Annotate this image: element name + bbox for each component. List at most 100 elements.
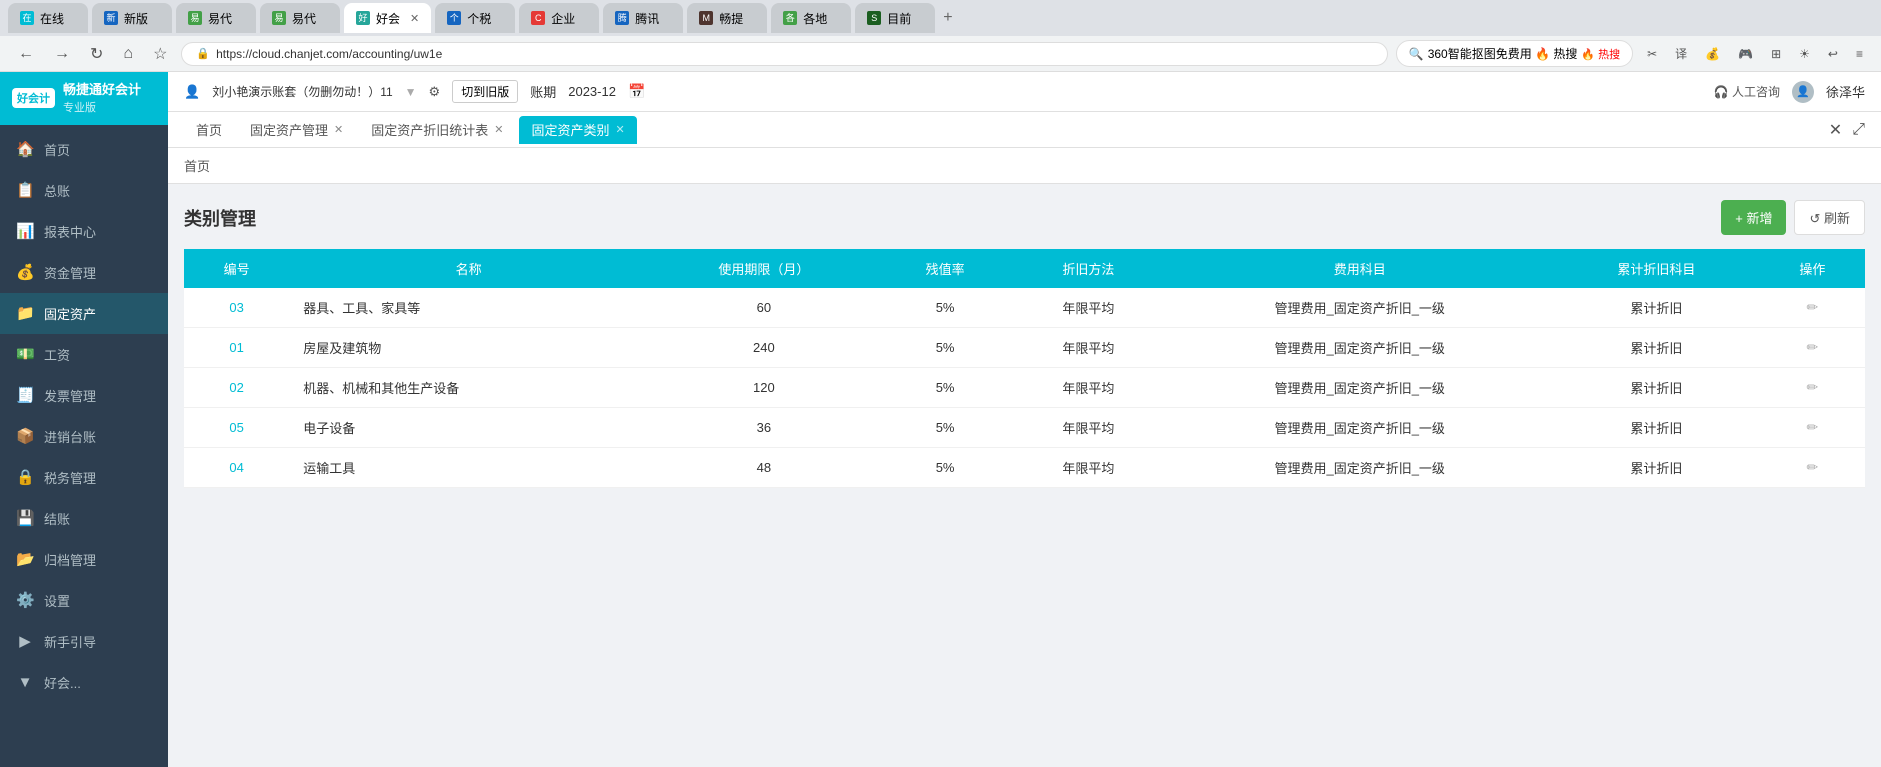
refresh-btn[interactable]: ↺ 刷新 [1794, 200, 1865, 235]
close-account-icon: 💾 [16, 509, 34, 527]
assets-icon: 📁 [16, 304, 34, 322]
sidebar-item-more[interactable]: ▼ 好会... [0, 662, 168, 703]
sidebar-item-archive[interactable]: 📂 归档管理 [0, 539, 168, 580]
edit-icon-2[interactable]: ✏ [1806, 379, 1818, 395]
sidebar-item-home[interactable]: 🏠 首页 [0, 129, 168, 170]
cell-method-4: 年限平均 [1010, 448, 1166, 488]
address-bar: ← → ↻ ⌂ ☆ 🔒 https://cloud.chanjet.com/ac… [0, 36, 1881, 72]
cell-edit-0[interactable]: ✏ [1760, 288, 1865, 328]
settings-gear-button[interactable]: ⚙ [429, 84, 441, 100]
tab-geshui[interactable]: 个 个税 [435, 3, 515, 33]
sidebar-item-guide[interactable]: ▶ 新手引导 [0, 621, 168, 662]
topbar-right: 🎧 人工咨询 👤 徐泽华 [1714, 81, 1865, 103]
edit-icon-4[interactable]: ✏ [1806, 459, 1818, 475]
sun-btn[interactable]: ☀ [1793, 45, 1816, 63]
window-close-button[interactable]: ✕ [1829, 120, 1842, 140]
tab-yidai1[interactable]: 易 易代 [176, 3, 256, 33]
cell-accumulated-2: 累计折旧 [1553, 368, 1760, 408]
user-avatar: 👤 [1792, 81, 1814, 103]
home-button[interactable]: ⌂ [117, 43, 139, 65]
tab-leibie[interactable]: 固定资产类别 ✕ [519, 116, 636, 144]
star-button[interactable]: ☆ [147, 42, 173, 66]
tab-shouye[interactable]: 首页 [184, 116, 234, 144]
tab-zhejiutongji[interactable]: 固定资产折旧统计表 ✕ [359, 116, 515, 144]
undo-btn[interactable]: ↩ [1822, 45, 1844, 63]
cell-edit-2[interactable]: ✏ [1760, 368, 1865, 408]
cell-edit-4[interactable]: ✏ [1760, 448, 1865, 488]
col-months: 使用期限（月） [648, 249, 880, 288]
breadcrumb-home[interactable]: 首页 [184, 156, 210, 175]
period-value: 2023-12 [568, 84, 616, 99]
forward-button[interactable]: → [48, 43, 76, 65]
service-button[interactable]: 🎧 人工咨询 [1714, 83, 1780, 100]
sidebar-label-invoice: 发票管理 [44, 386, 96, 405]
tab-yidai2[interactable]: 易 易代 [260, 3, 340, 33]
sidebar-item-stock[interactable]: 📦 进销台账 [0, 416, 168, 457]
sidebar-label-reports: 报表中心 [44, 222, 96, 241]
sidebar-label-settings: 设置 [44, 591, 70, 610]
sidebar-item-salary[interactable]: 💵 工资 [0, 334, 168, 375]
tab-changti[interactable]: M 畅提 [687, 3, 767, 33]
wallet-btn[interactable]: 💰 [1699, 45, 1726, 63]
sidebar-item-funds[interactable]: 💰 资金管理 [0, 252, 168, 293]
cell-expense-4: 管理费用_固定资产折旧_一级 [1166, 448, 1553, 488]
topbar-user: 刘小艳演示账套（勿删勿动！）11 [212, 83, 392, 100]
back-button[interactable]: ← [12, 43, 40, 65]
scissors-btn[interactable]: ✂ [1641, 45, 1663, 63]
sidebar-item-general[interactable]: 📋 总账 [0, 170, 168, 211]
sidebar-item-reports[interactable]: 📊 报表中心 [0, 211, 168, 252]
cell-edit-3[interactable]: ✏ [1760, 408, 1865, 448]
edit-icon-1[interactable]: ✏ [1806, 339, 1818, 355]
tab-zaixin[interactable]: 在 在线 [8, 3, 88, 33]
grid-btn[interactable]: ⊞ [1765, 45, 1787, 63]
calendar-icon[interactable]: 📅 [628, 83, 645, 100]
col-expense: 费用科目 [1166, 249, 1553, 288]
archive-icon: 📂 [16, 550, 34, 568]
tab-gudingzichan[interactable]: 固定资产管理 ✕ [238, 116, 355, 144]
sidebar-item-tax[interactable]: 🔒 税务管理 [0, 457, 168, 498]
search-box[interactable]: 🔍 360智能抠图免费用 🔥 热搜 🔥 热搜 [1396, 40, 1633, 67]
edit-icon-3[interactable]: ✏ [1806, 419, 1818, 435]
tab-close-haohui[interactable]: ✕ [410, 12, 419, 25]
cell-accumulated-4: 累计折旧 [1553, 448, 1760, 488]
switch-version-button[interactable]: 切到旧版 [452, 80, 518, 103]
tab-qiye[interactable]: C 企业 [519, 3, 599, 33]
tab-gedi[interactable]: 各 各地 [771, 3, 851, 33]
sidebar-item-close[interactable]: 💾 结账 [0, 498, 168, 539]
cell-code-0: 03 [184, 288, 289, 328]
home-icon: 🏠 [16, 140, 34, 158]
add-button[interactable]: + 新增 [1721, 200, 1786, 235]
refresh-button[interactable]: ↻ [84, 42, 109, 66]
tab-tengxun[interactable]: 腾 腾讯 [603, 3, 683, 33]
url-box[interactable]: 🔒 https://cloud.chanjet.com/accounting/u… [181, 42, 1387, 66]
cell-method-3: 年限平均 [1010, 408, 1166, 448]
sidebar-item-invoice[interactable]: 🧾 发票管理 [0, 375, 168, 416]
tab-haohui[interactable]: 好 好会 ✕ [344, 3, 431, 33]
tab-muqian[interactable]: S 目前 [855, 3, 935, 33]
app-layout: 好会计 畅捷通好会计 专业版 🏠 首页 📋 总账 📊 报表中心 💰 资金管理 [0, 72, 1881, 767]
translate-btn[interactable]: 译 [1669, 43, 1693, 64]
topbar-dropdown-icon[interactable]: ▼ [405, 85, 417, 99]
window-maximize-button[interactable]: ⤢ [1852, 121, 1865, 139]
sidebar-item-settings[interactable]: ⚙️ 设置 [0, 580, 168, 621]
chart-icon: 📊 [16, 222, 34, 240]
cell-edit-1[interactable]: ✏ [1760, 328, 1865, 368]
sidebar-logo-text: 畅捷通好会计 [63, 82, 141, 99]
sidebar-item-fixed-assets[interactable]: 📁 固定资产 [0, 293, 168, 334]
search-icon: 🔍 [1409, 47, 1424, 61]
invoice-icon: 🧾 [16, 386, 34, 404]
sidebar-label-funds: 资金管理 [44, 263, 96, 282]
edit-icon-0[interactable]: ✏ [1806, 299, 1818, 315]
menu-btn[interactable]: ≡ [1850, 45, 1869, 63]
more-icon: ▼ [16, 674, 34, 691]
new-tab-button[interactable]: + [939, 9, 956, 27]
tab-xinban[interactable]: 新 新版 [92, 3, 172, 33]
tab-close-leibie[interactable]: ✕ [616, 123, 625, 136]
cell-residual-3: 5% [880, 408, 1011, 448]
game-btn[interactable]: 🎮 [1732, 45, 1759, 63]
sidebar-header: 好会计 畅捷通好会计 专业版 [0, 72, 168, 125]
cell-residual-4: 5% [880, 448, 1011, 488]
tab-close-zhejiutongji[interactable]: ✕ [494, 123, 503, 136]
tab-close-gudingzichan[interactable]: ✕ [334, 123, 343, 136]
cell-months-4: 48 [648, 448, 880, 488]
